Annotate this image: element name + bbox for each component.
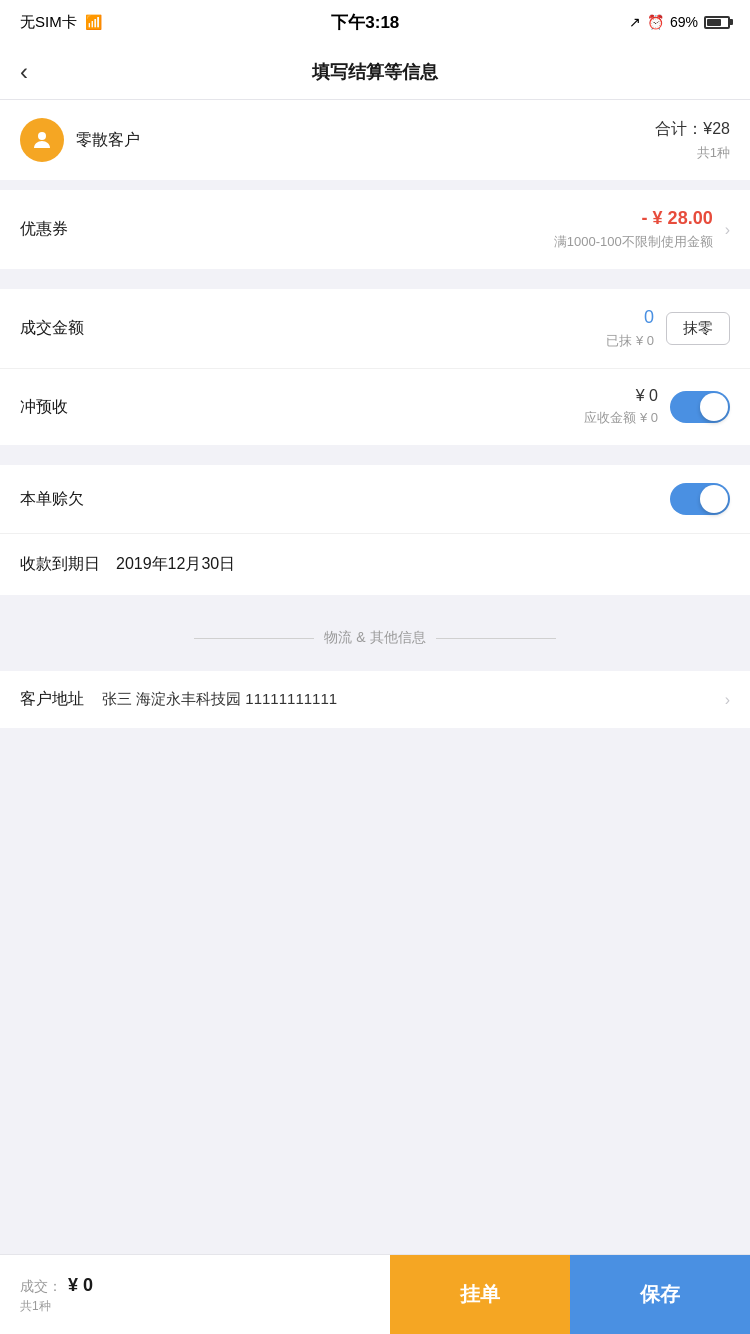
coupon-label: 优惠券 xyxy=(20,219,100,240)
transaction-row: 成交金额 0 已抹 ¥ 0 抹零 xyxy=(0,289,750,369)
coupon-row[interactable]: 优惠券 - ¥ 28.00 满1000-100不限制使用金额 › xyxy=(0,190,750,269)
bottom-label: 成交： xyxy=(20,1278,62,1296)
customer-count: 共1种 xyxy=(655,144,730,162)
main-content: 零散客户 合计：¥28 共1种 优惠券 - ¥ 28.00 满1000-100不… xyxy=(0,100,750,808)
transaction-section: 成交金额 0 已抹 ¥ 0 抹零 冲预收 ¥ 0 应收金额 ¥ 0 xyxy=(0,289,750,445)
round-button[interactable]: 抹零 xyxy=(666,312,730,345)
address-row[interactable]: 客户地址 张三 海淀永丰科技园 11111111111 › xyxy=(0,671,750,728)
coupon-right: - ¥ 28.00 满1000-100不限制使用金额 › xyxy=(100,208,730,251)
logistics-header: 物流 & 其他信息 xyxy=(0,615,750,661)
alarm-icon: ⏰ xyxy=(647,14,664,30)
prepayment-subtext: 应收金额 ¥ 0 xyxy=(584,409,658,427)
transaction-subtext: 已抹 ¥ 0 xyxy=(606,332,654,350)
nav-bar: ‹ 填写结算等信息 xyxy=(0,44,750,100)
due-date-row: 收款到期日 2019年12月30日 xyxy=(0,534,750,595)
logistics-header-text: 物流 & 其他信息 xyxy=(20,629,730,647)
customer-avatar xyxy=(20,118,64,162)
logistics-label: 物流 & 其他信息 xyxy=(324,629,425,647)
bottom-count: 共1种 xyxy=(20,1298,370,1315)
toggle-knob xyxy=(700,393,728,421)
prepayment-label: 冲预收 xyxy=(20,397,100,418)
back-button[interactable]: ‹ xyxy=(20,58,28,86)
coupon-section: 优惠券 - ¥ 28.00 满1000-100不限制使用金额 › xyxy=(0,190,750,269)
transaction-right: 0 已抹 ¥ 0 抹零 xyxy=(100,307,730,350)
status-time: 下午3:18 xyxy=(331,11,399,34)
debt-toggle-knob xyxy=(700,485,728,513)
coupon-value-area: - ¥ 28.00 满1000-100不限制使用金额 xyxy=(554,208,713,251)
bottom-amount: ¥ 0 xyxy=(68,1275,93,1296)
wifi-icon: 📶 xyxy=(85,14,102,30)
status-right: ↗ ⏰ 69% xyxy=(629,14,730,30)
divider-1 xyxy=(0,279,750,289)
prepayment-row: 冲预收 ¥ 0 应收金额 ¥ 0 xyxy=(0,369,750,445)
prepayment-right: ¥ 0 应收金额 ¥ 0 xyxy=(100,387,730,427)
customer-left: 零散客户 xyxy=(20,118,140,162)
battery-percent: 69% xyxy=(670,14,698,30)
chevron-right-icon: › xyxy=(725,221,730,239)
hold-button[interactable]: 挂单 xyxy=(390,1255,570,1335)
signal-text: 无SIM卡 xyxy=(20,13,77,32)
debt-label: 本单赊欠 xyxy=(20,489,100,510)
debt-right xyxy=(100,483,730,515)
divider-2 xyxy=(0,455,750,465)
bottom-bar: 成交： ¥ 0 共1种 挂单 保存 xyxy=(0,1254,750,1334)
customer-right: 合计：¥28 共1种 xyxy=(655,119,730,162)
bottom-info: 成交： ¥ 0 共1种 xyxy=(0,1275,390,1315)
address-chevron-icon: › xyxy=(725,691,730,709)
coupon-value: - ¥ 28.00 xyxy=(554,208,713,229)
transaction-value[interactable]: 0 xyxy=(606,307,654,328)
transaction-label: 成交金额 xyxy=(20,318,100,339)
status-bar: 无SIM卡 📶 下午3:18 ↗ ⏰ 69% xyxy=(0,0,750,44)
status-left: 无SIM卡 📶 xyxy=(20,13,102,32)
debt-toggle[interactable] xyxy=(670,483,730,515)
customer-section: 零散客户 合计：¥28 共1种 xyxy=(0,100,750,180)
address-label: 客户地址 xyxy=(20,689,90,710)
battery-icon xyxy=(704,16,730,29)
svg-point-0 xyxy=(38,132,46,140)
prepayment-value: ¥ 0 xyxy=(584,387,658,405)
debt-row: 本单赊欠 xyxy=(0,465,750,534)
page-title: 填写结算等信息 xyxy=(312,60,438,84)
due-date-value[interactable]: 2019年12月30日 xyxy=(116,554,235,575)
divider-4 xyxy=(0,661,750,671)
debt-section: 本单赊欠 收款到期日 2019年12月30日 xyxy=(0,465,750,595)
coupon-subtext: 满1000-100不限制使用金额 xyxy=(554,233,713,251)
address-value: 张三 海淀永丰科技园 11111111111 xyxy=(102,690,725,709)
due-date-label: 收款到期日 xyxy=(20,554,100,575)
location-icon: ↗ xyxy=(629,14,641,30)
divider-3 xyxy=(0,605,750,615)
prepayment-toggle[interactable] xyxy=(670,391,730,423)
customer-name: 零散客户 xyxy=(76,130,140,151)
save-button[interactable]: 保存 xyxy=(570,1255,750,1335)
customer-total: 合计：¥28 xyxy=(655,119,730,140)
